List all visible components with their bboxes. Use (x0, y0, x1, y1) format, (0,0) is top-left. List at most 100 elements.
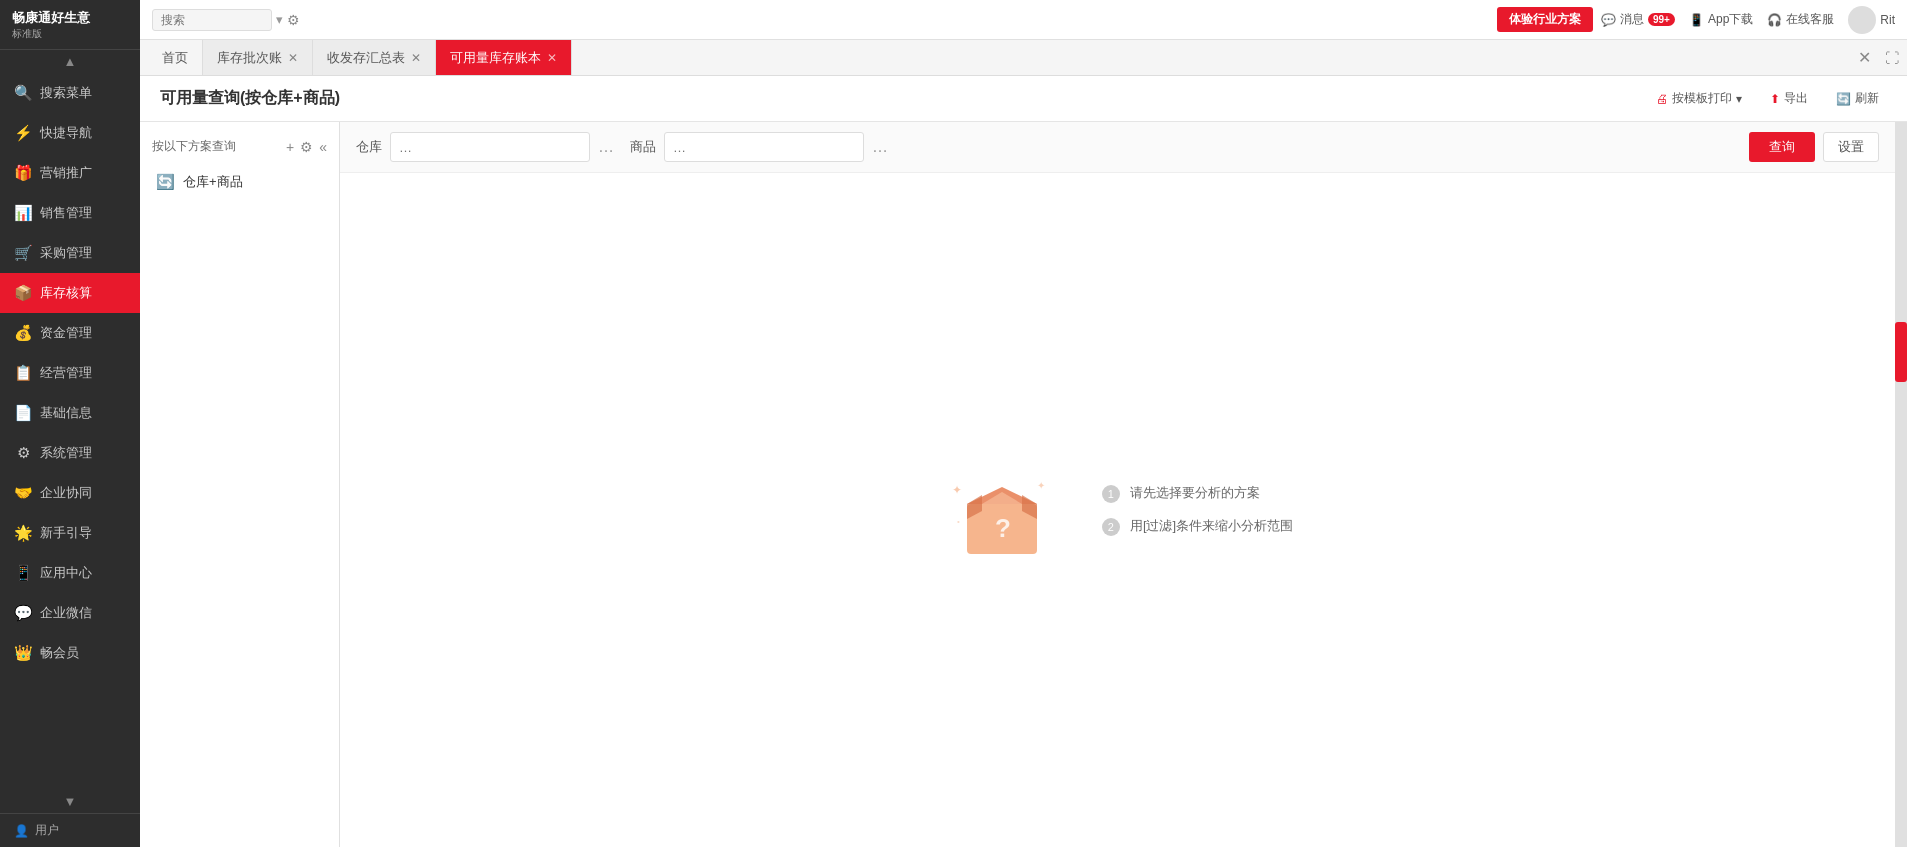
print-label: 按模板打印 (1672, 90, 1732, 107)
empty-tip-2: 2 用[过滤]条件来缩小分析范围 (1102, 517, 1293, 536)
topbar: ▾ ⚙ 体验行业方案 💬 消息 99+ 📱 App下载 🎧 在线客服 Rit (140, 0, 1907, 40)
sidebar-label-inventory: 库存核算 (40, 284, 92, 302)
sidebar-item-member[interactable]: 👑 畅会员 (0, 633, 140, 673)
sidebar-item-search[interactable]: 🔍 搜索菜单 (0, 73, 140, 113)
sidebar-icon-purchase: 🛒 (14, 244, 32, 262)
goods-more-btn[interactable]: … (872, 138, 888, 156)
tab-batch[interactable]: 库存批次账✕ (203, 40, 313, 75)
tab-label-available: 可用量库存账本 (450, 49, 541, 67)
sidebar-scroll-up[interactable]: ▲ (0, 50, 140, 73)
sidebar-item-operation[interactable]: 📋 经营管理 (0, 353, 140, 393)
query-bar: 仓库 … 商品 … 查询 设置 (340, 122, 1895, 173)
filter-item-label-warehouse-goods: 仓库+商品 (183, 173, 243, 191)
tab-home[interactable]: 首页 (148, 40, 203, 75)
sidebar-logo: 畅康通好生意 标准版 (0, 0, 140, 50)
filter-collapse-btn[interactable]: « (319, 139, 327, 155)
tabbar-right: ✕ ⛶ (1852, 48, 1899, 67)
filter-header-label: 按以下方案查询 (152, 138, 236, 155)
empty-state: ? ✦ ✦ • 1 请先选择要分析的方案 2 (340, 173, 1895, 847)
right-scrollbar[interactable] (1895, 122, 1907, 847)
sidebar: 畅康通好生意 标准版 ▲ 🔍 搜索菜单 ⚡ 快捷导航 🎁 营销推广 📊 销售管理… (0, 0, 140, 847)
warehouse-more-btn[interactable]: … (598, 138, 614, 156)
query-btn[interactable]: 查询 (1749, 132, 1815, 162)
tab-label-collect: 收发存汇总表 (327, 49, 405, 67)
user-menu[interactable]: Rit (1848, 6, 1895, 34)
tabbar-expand-btn[interactable]: ⛶ (1885, 50, 1899, 66)
warehouse-label: 仓库 (356, 138, 382, 156)
sidebar-label-newbie: 新手引导 (40, 524, 92, 542)
trial-btn[interactable]: 体验行业方案 (1497, 7, 1593, 32)
sidebar-scroll-down[interactable]: ▼ (0, 790, 140, 813)
tab-available[interactable]: 可用量库存账本 ✕ (436, 40, 572, 75)
app-download-label: App下载 (1708, 11, 1753, 28)
app-title: 畅康通好生意 (12, 10, 128, 27)
sidebar-icon-appcenter: 📱 (14, 564, 32, 582)
sidebar-label-marketing: 营销推广 (40, 164, 92, 182)
topbar-search-input[interactable] (152, 9, 272, 31)
sidebar-label-member: 畅会员 (40, 644, 79, 662)
sidebar-nav: 🔍 搜索菜单 ⚡ 快捷导航 🎁 营销推广 📊 销售管理 🛒 采购管理 📦 库存核… (0, 73, 140, 790)
dropdown-icon[interactable]: ▾ (276, 12, 283, 27)
sidebar-item-marketing[interactable]: 🎁 营销推广 (0, 153, 140, 193)
tab-collect[interactable]: 收发存汇总表 ✕ (313, 40, 436, 75)
tip-num-2: 2 (1102, 518, 1120, 536)
app-download-btn[interactable]: 📱 App下载 (1689, 11, 1753, 28)
tab-close-available[interactable]: ✕ (547, 51, 557, 65)
sidebar-item-newbie[interactable]: 🌟 新手引导 (0, 513, 140, 553)
filter-item-warehouse-goods[interactable]: 🔄 仓库+商品 (140, 165, 339, 199)
topbar-right: 💬 消息 99+ 📱 App下载 🎧 在线客服 Rit (1601, 6, 1895, 34)
sidebar-item-sales[interactable]: 📊 销售管理 (0, 193, 140, 233)
message-btn[interactable]: 💬 消息 99+ (1601, 11, 1675, 28)
sidebar-label-operation: 经营管理 (40, 364, 92, 382)
sidebar-bottom: 👤 用户 (0, 813, 140, 847)
sidebar-label-shortcut: 快捷导航 (40, 124, 92, 142)
warehouse-input[interactable] (390, 132, 590, 162)
topbar-breadcrumb: ▾ ⚙ (152, 9, 1489, 31)
sidebar-icon-search: 🔍 (14, 84, 32, 102)
tip-text-1: 请先选择要分析的方案 (1130, 484, 1260, 502)
filter-add-btn[interactable]: + (286, 139, 294, 155)
settings-btn[interactable]: 设置 (1823, 132, 1879, 162)
sidebar-label-enterprise: 企业协同 (40, 484, 92, 502)
sidebar-item-basics[interactable]: 📄 基础信息 (0, 393, 140, 433)
refresh-btn[interactable]: 🔄 刷新 (1828, 86, 1887, 111)
tab-label-home: 首页 (162, 49, 188, 67)
main-area: ▾ ⚙ 体验行业方案 💬 消息 99+ 📱 App下载 🎧 在线客服 Rit (140, 0, 1907, 847)
headset-icon: 🎧 (1767, 13, 1782, 27)
export-btn[interactable]: ⬆ 导出 (1762, 86, 1816, 111)
sidebar-item-appcenter[interactable]: 📱 应用中心 (0, 553, 140, 593)
query-panel: 仓库 … 商品 … 查询 设置 (340, 122, 1895, 847)
sidebar-label-sales: 销售管理 (40, 204, 92, 222)
tabbar-close-btn[interactable]: ✕ (1852, 48, 1877, 67)
goods-input[interactable] (664, 132, 864, 162)
sidebar-item-wecom[interactable]: 💬 企业微信 (0, 593, 140, 633)
tab-close-collect[interactable]: ✕ (411, 51, 421, 65)
sidebar-icon-marketing: 🎁 (14, 164, 32, 182)
scrollbar-thumb (1895, 322, 1907, 382)
sidebar-label-system: 系统管理 (40, 444, 92, 462)
sidebar-item-inventory[interactable]: 📦 库存核算 (0, 273, 140, 313)
sidebar-icon-member: 👑 (14, 644, 32, 662)
page-title: 可用量查询(按仓库+商品) (160, 88, 340, 109)
sidebar-item-funds[interactable]: 💰 资金管理 (0, 313, 140, 353)
online-service-btn[interactable]: 🎧 在线客服 (1767, 11, 1834, 28)
filter-settings-btn[interactable]: ⚙ (300, 139, 313, 155)
empty-tip-1: 1 请先选择要分析的方案 (1102, 484, 1293, 503)
filter-items-list: 🔄 仓库+商品 (140, 165, 339, 199)
sidebar-icon-sales: 📊 (14, 204, 32, 222)
user-avatar (1848, 6, 1876, 34)
sidebar-item-system[interactable]: ⚙ 系统管理 (0, 433, 140, 473)
tip-num-1: 1 (1102, 485, 1120, 503)
svg-text:?: ? (995, 513, 1011, 543)
sidebar-item-enterprise[interactable]: 🤝 企业协同 (0, 473, 140, 513)
tab-close-batch[interactable]: ✕ (288, 51, 298, 65)
filter-panel-header: 按以下方案查询 + ⚙ « (140, 134, 339, 165)
topbar-gear-icon[interactable]: ⚙ (287, 12, 300, 28)
print-btn[interactable]: 🖨 按模板打印 ▾ (1648, 86, 1750, 111)
sidebar-item-purchase[interactable]: 🛒 采购管理 (0, 233, 140, 273)
online-service-label: 在线客服 (1786, 11, 1834, 28)
refresh-label: 刷新 (1855, 90, 1879, 107)
sidebar-item-shortcut[interactable]: ⚡ 快捷导航 (0, 113, 140, 153)
print-dropdown-icon[interactable]: ▾ (1736, 92, 1742, 106)
sidebar-label-appcenter: 应用中心 (40, 564, 92, 582)
